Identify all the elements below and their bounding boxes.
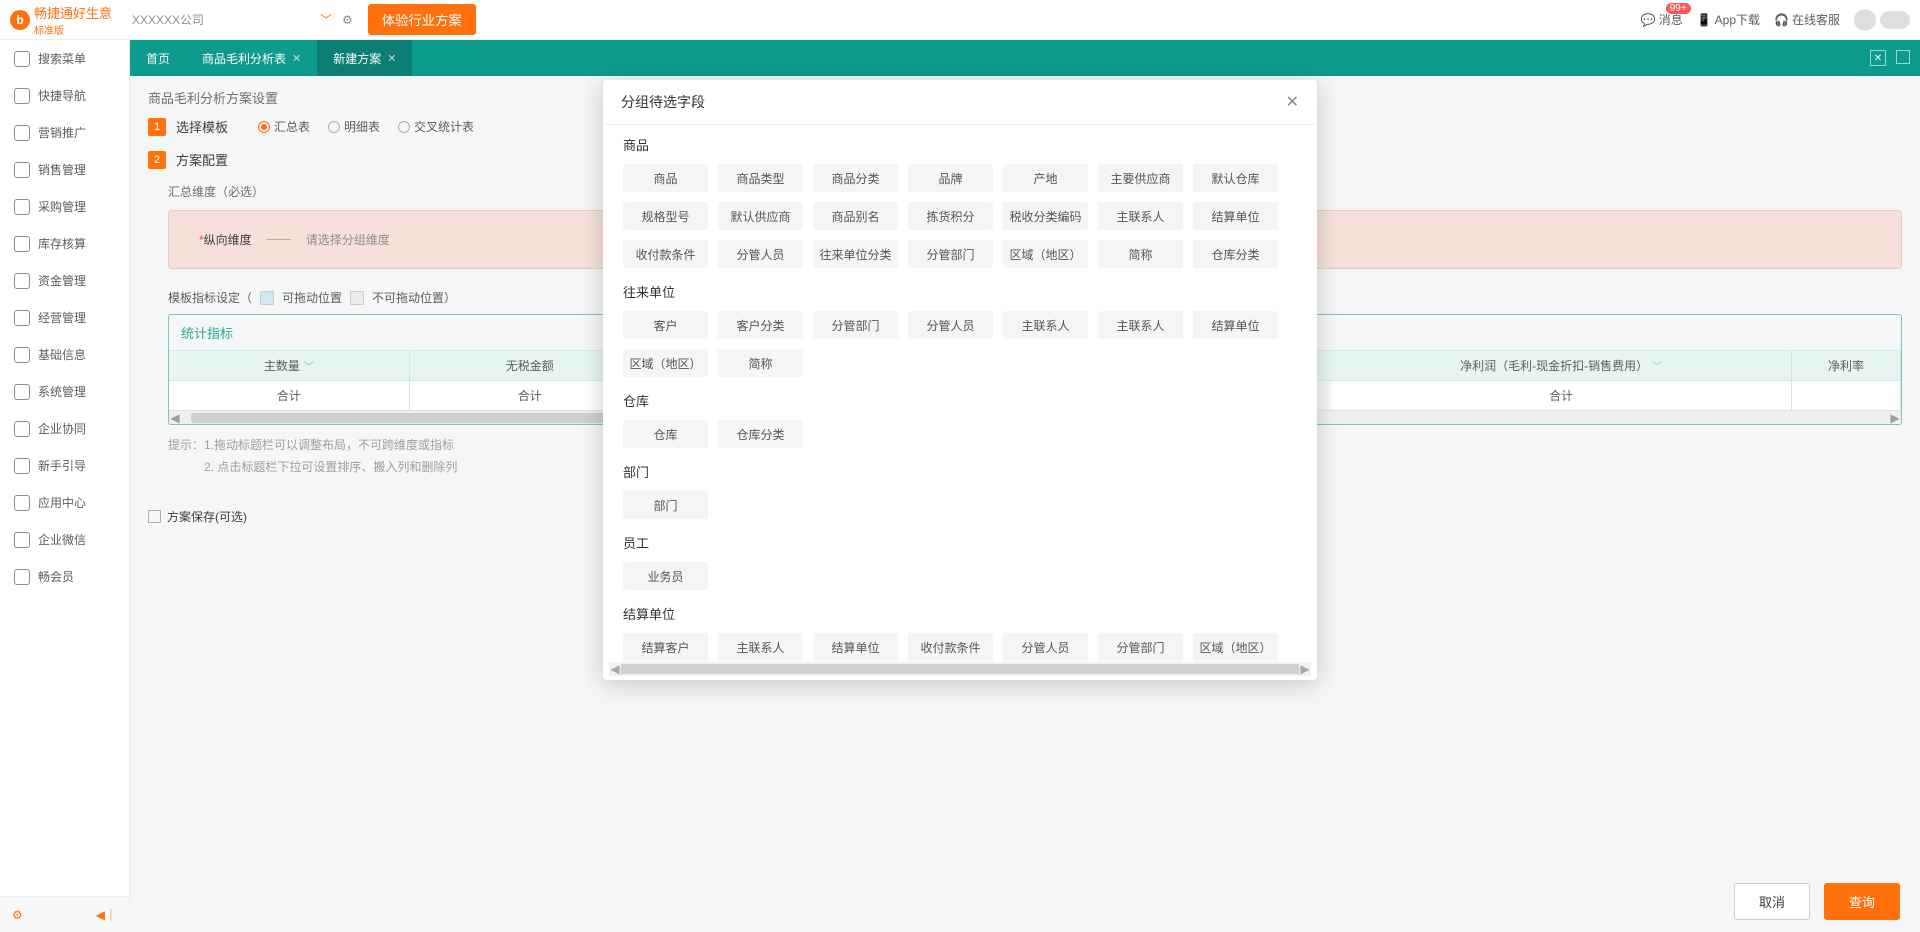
modal-h-scrollbar[interactable]: ◀▶ <box>609 662 1311 676</box>
field-chip[interactable]: 分管部门 <box>1098 633 1183 661</box>
field-chip[interactable]: 部门 <box>623 491 708 519</box>
field-group-title: 往来单位 <box>623 282 1317 301</box>
field-chip[interactable]: 收付款条件 <box>623 240 708 268</box>
field-group-title: 商品 <box>623 135 1317 154</box>
field-group: 商品商品商品类型商品分类品牌产地主要供应商默认仓库规格型号默认供应商商品别名拣货… <box>623 135 1317 268</box>
field-chip[interactable]: 主联系人 <box>1003 311 1088 339</box>
field-chip[interactable]: 品牌 <box>908 164 993 192</box>
field-chip[interactable]: 业务员 <box>623 562 708 590</box>
field-group: 结算单位结算客户主联系人结算单位收付款条件分管人员分管部门区域（地区）简称 <box>623 604 1317 662</box>
field-chip[interactable]: 拣货积分 <box>908 202 993 230</box>
field-chip[interactable]: 收付款条件 <box>908 633 993 661</box>
field-chip[interactable]: 分管人员 <box>718 240 803 268</box>
field-chip[interactable]: 规格型号 <box>623 202 708 230</box>
field-modal: 分组待选字段 ✕ 商品商品商品类型商品分类品牌产地主要供应商默认仓库规格型号默认… <box>603 80 1317 680</box>
field-chip[interactable]: 分管人员 <box>908 311 993 339</box>
modal-body: 商品商品商品类型商品分类品牌产地主要供应商默认仓库规格型号默认供应商商品别名拣货… <box>603 125 1317 662</box>
field-chip[interactable]: 区域（地区） <box>623 349 708 377</box>
field-group-title: 部门 <box>623 462 1317 481</box>
field-chip[interactable]: 默认供应商 <box>718 202 803 230</box>
field-chip[interactable]: 主要供应商 <box>1098 164 1183 192</box>
field-group: 员工业务员 <box>623 533 1317 590</box>
field-chip[interactable]: 产地 <box>1003 164 1088 192</box>
field-chip[interactable]: 结算单位 <box>1193 202 1278 230</box>
field-chip[interactable]: 客户 <box>623 311 708 339</box>
field-chip[interactable]: 商品 <box>623 164 708 192</box>
field-chip[interactable]: 往来单位分类 <box>813 240 898 268</box>
field-chip[interactable]: 区域（地区） <box>1003 240 1088 268</box>
field-group-title: 仓库 <box>623 391 1317 410</box>
field-chip[interactable]: 区域（地区） <box>1193 633 1278 661</box>
field-chip[interactable]: 简称 <box>1098 240 1183 268</box>
field-chip[interactable]: 分管人员 <box>1003 633 1088 661</box>
field-group-title: 结算单位 <box>623 604 1317 623</box>
field-chip[interactable]: 结算客户 <box>623 633 708 661</box>
field-chip[interactable]: 结算单位 <box>1193 311 1278 339</box>
field-chip[interactable]: 税收分类编码 <box>1003 202 1088 230</box>
field-chip[interactable]: 主联系人 <box>1098 311 1183 339</box>
modal-title: 分组待选字段 <box>621 92 705 112</box>
field-chip[interactable]: 客户分类 <box>718 311 803 339</box>
field-chip[interactable]: 分管部门 <box>908 240 993 268</box>
field-chip[interactable]: 主联系人 <box>1098 202 1183 230</box>
field-group-title: 员工 <box>623 533 1317 552</box>
field-chip[interactable]: 仓库 <box>623 420 708 448</box>
field-group: 往来单位客户客户分类分管部门分管人员主联系人主联系人结算单位区域（地区）简称 <box>623 282 1317 377</box>
field-chip[interactable]: 仓库分类 <box>1193 240 1278 268</box>
field-chip[interactable]: 商品别名 <box>813 202 898 230</box>
field-chip[interactable]: 简称 <box>718 349 803 377</box>
close-icon[interactable]: ✕ <box>1286 92 1299 112</box>
field-chip[interactable]: 分管部门 <box>813 311 898 339</box>
field-chip[interactable]: 商品分类 <box>813 164 898 192</box>
field-chip[interactable]: 商品类型 <box>718 164 803 192</box>
field-chip[interactable]: 结算单位 <box>813 633 898 661</box>
field-chip[interactable]: 主联系人 <box>718 633 803 661</box>
field-group: 仓库仓库仓库分类 <box>623 391 1317 448</box>
field-chip[interactable]: 默认仓库 <box>1193 164 1278 192</box>
field-chip[interactable]: 仓库分类 <box>718 420 803 448</box>
field-group: 部门部门 <box>623 462 1317 519</box>
